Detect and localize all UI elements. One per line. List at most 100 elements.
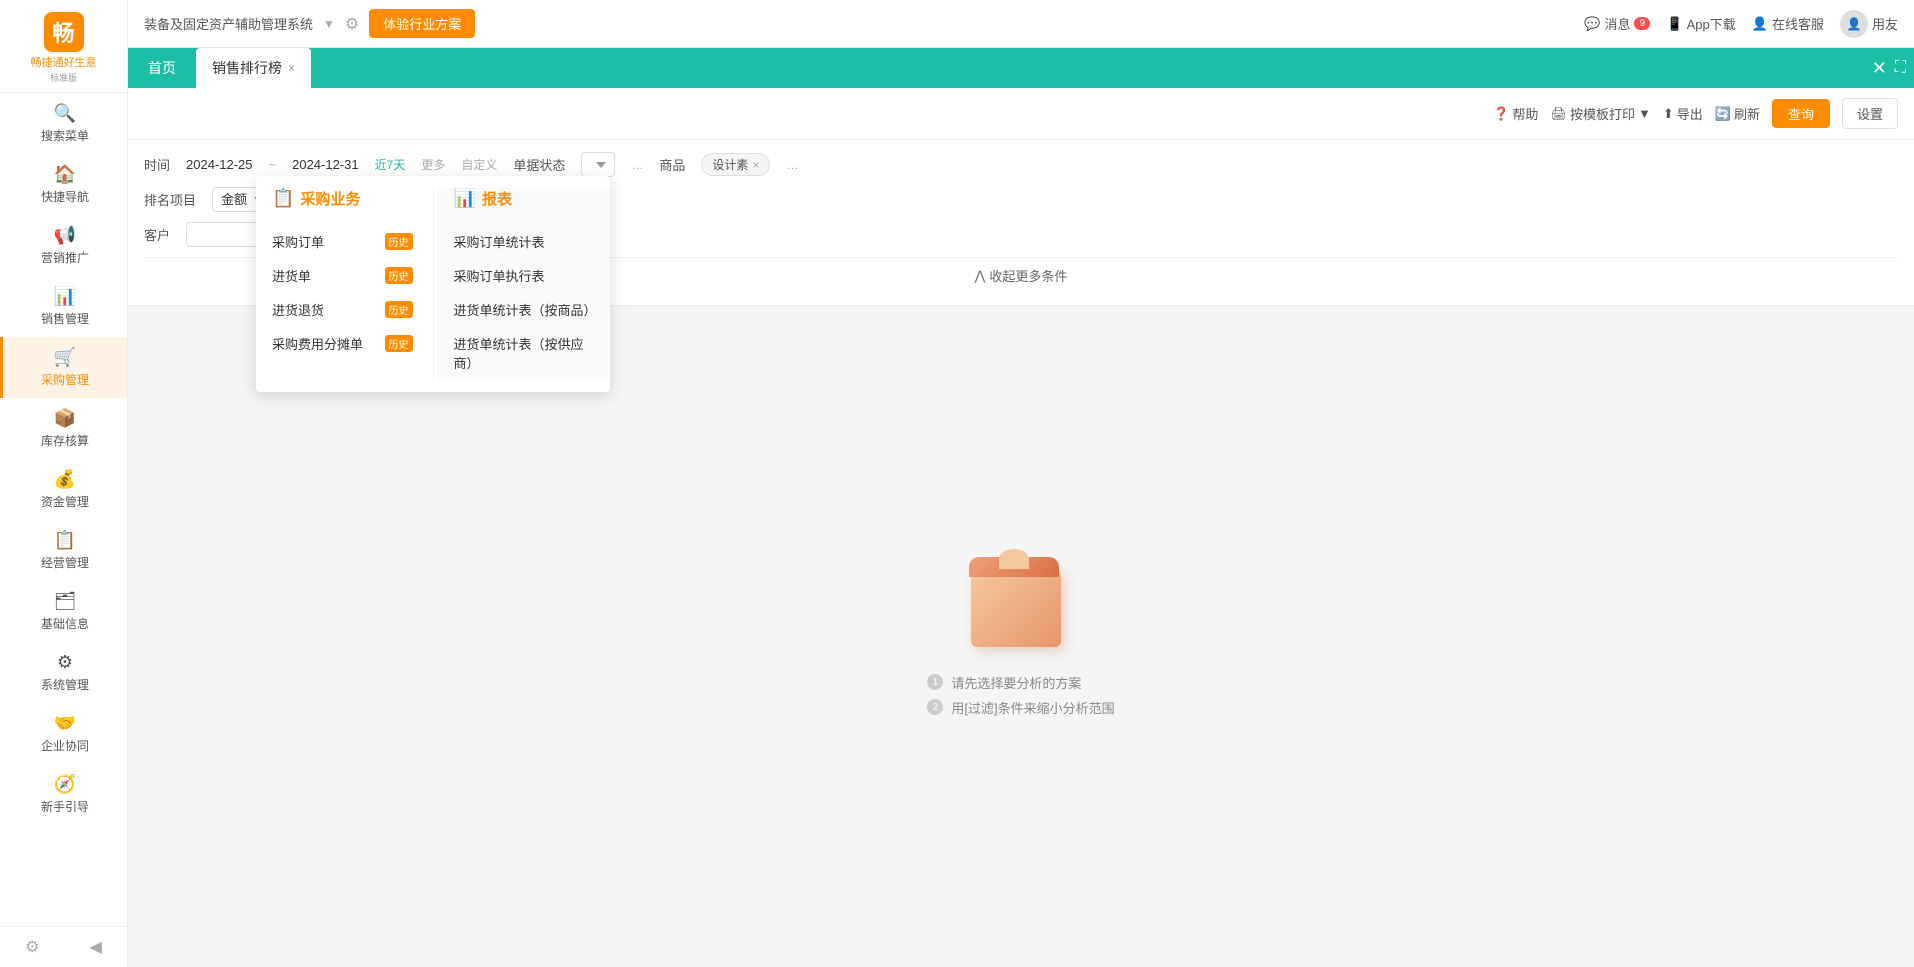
toolbar-right: ❓ 帮助 🖨 按模板打印 ▼ ⬆ 导出 🔄 刷新 查询 设置 [1493,98,1898,129]
tab-home[interactable]: 首页 [128,48,196,88]
sidebar-item-enterprise[interactable]: 🤝 企业协同 [0,703,127,764]
sidebar-item-system[interactable]: ⚙ 系统管理 [0,642,127,703]
sidebar-item-search[interactable]: 🔍 搜索菜单 [0,93,127,154]
date-more[interactable]: 更多 [421,156,445,173]
dropdown-item-expense[interactable]: 采购费用分摊单 历史 [272,327,413,361]
sidebar-label: 企业协同 [41,737,89,754]
sidebar-item-quicknav[interactable]: 🏠 快捷导航 [0,154,127,215]
tip-dot-1: 1 [927,674,943,690]
sidebar-item-basic[interactable]: 🗂 基础信息 [0,581,127,642]
export-icon: ⬆ [1663,106,1674,122]
tip-dot-2: 2 [927,699,943,715]
user-action[interactable]: 👤 用友 [1840,10,1898,38]
purchase-col-title: 📋 采购业务 [272,188,413,215]
report-col-label: 报表 [482,188,512,209]
dropdown-item-return[interactable]: 进货退货 历史 [272,293,413,327]
online-service-label: 在线客服 [1772,14,1824,33]
finance-icon: 💰 [54,469,76,490]
print-button[interactable]: 🖨 按模板打印 ▼ [1550,104,1650,123]
message-action[interactable]: 💬 消息 9 [1584,14,1650,33]
sidebar-label: 销售管理 [41,310,89,327]
query-button[interactable]: 查询 [1772,99,1830,128]
dropdown-item-purchase-exec[interactable]: 采购订单执行表 [454,259,595,293]
sidebar-label: 搜索菜单 [41,127,89,144]
history-badge-4: 历史 [385,335,413,352]
purchase-col-icon: 📋 [272,188,294,209]
date-7day[interactable]: 近7天 [375,156,406,173]
tab-sales-rank[interactable]: 销售排行榜 × [196,48,311,88]
history-badge-2: 历史 [385,267,413,284]
sidebar-item-finance[interactable]: 💰 资金管理 [0,459,127,520]
date-range-start: 2024-12-25 [186,157,253,172]
status-select[interactable] [581,152,615,177]
home-tab-label: 首页 [148,58,176,78]
sidebar-logo: 畅 畅捷通好生意 标准版 [0,0,127,93]
settings-button[interactable]: ⚙ [25,937,39,957]
customer-label: 客户 [144,225,170,244]
content-area: ❓ 帮助 🖨 按模板打印 ▼ ⬆ 导出 🔄 刷新 查询 设置 [128,88,1914,967]
tab-bar: 首页 销售排行榜 × ✕ ⛶ [128,48,1914,88]
filter-row-1: 时间 2024-12-25 ~ 2024-12-31 近7天 更多 自定义 单据… [144,152,1898,177]
user-label: 用友 [1872,14,1898,33]
message-badge: 9 [1634,17,1650,30]
sidebar-item-marketing[interactable]: 📢 营销推广 [0,215,127,276]
sidebar-label: 采购管理 [41,371,89,388]
goods-tag-text: 设计素 [712,156,748,173]
online-service-action[interactable]: 👤 在线客服 [1752,14,1824,33]
tab-window-close-icon[interactable]: ✕ [1872,58,1887,79]
goods-more[interactable]: … [786,158,798,172]
tab-expand-icon[interactable]: ⛶ [1895,59,1906,77]
system-title: 装备及固定资产辅助管理系统 [144,14,313,33]
sidebar-item-operation[interactable]: 📋 经营管理 [0,520,127,581]
empty-tip-1: 1 请先选择要分析的方案 [927,673,1114,692]
industry-btn[interactable]: 体验行业方案 [369,9,475,38]
tab-close-icon[interactable]: × [288,61,295,75]
empty-illustration [961,557,1081,657]
collapse-button[interactable]: ◀ [90,937,102,957]
logo-title: 畅捷通好生意 [31,56,97,70]
sidebar-label: 基础信息 [41,615,89,632]
message-icon: 💬 [1584,16,1600,32]
goods-tag-remove[interactable]: × [752,158,759,172]
settings-gear-icon[interactable]: ⚙ [345,14,359,34]
goods-tag: 设计素 × [701,153,770,176]
dropdown-item-purchase-stat[interactable]: 采购订单统计表 [454,225,595,259]
toolbar: ❓ 帮助 🖨 按模板打印 ▼ ⬆ 导出 🔄 刷新 查询 设置 [128,88,1914,140]
logo-badge: 标准版 [50,71,77,84]
sidebar-item-sales[interactable]: 📊 销售管理 [0,276,127,337]
sidebar-label: 经营管理 [41,554,89,571]
purchase-col: 📋 采购业务 采购订单 历史 进货单 历史 进货退货 历史 采购费用分摊单 [256,188,429,380]
message-label: 消息 [1604,14,1630,33]
purchase-icon: 🛒 [54,347,76,368]
basic-icon: 🗂 [54,591,77,612]
main-area: 装备及固定资产辅助管理系统 ▼ ⚙ 体验行业方案 💬 消息 9 📱 App下载 … [128,0,1914,967]
date-custom[interactable]: 自定义 [461,156,497,173]
top-header: 装备及固定资产辅助管理系统 ▼ ⚙ 体验行业方案 💬 消息 9 📱 App下载 … [128,0,1914,48]
sidebar-item-purchase[interactable]: 🛒 采购管理 [0,337,127,398]
search-icon: 🔍 [54,103,76,124]
export-button[interactable]: ⬆ 导出 [1663,104,1703,123]
chevron-up-icon: ⋀ [975,268,986,284]
dropdown-item-inbound-supplier[interactable]: 进货单统计表（按供应商） [454,327,595,380]
rank-label: 排名项目 [144,190,196,209]
sidebar-item-newbie[interactable]: 🧭 新手引导 [0,764,127,825]
sidebar-item-inventory[interactable]: 📦 库存核算 [0,398,127,459]
report-col-title: 📊 报表 [454,188,595,215]
avatar: 👤 [1840,10,1868,38]
settings-button[interactable]: 设置 [1842,98,1898,129]
dropdown-item-purchase-order[interactable]: 采购订单 历史 [272,225,413,259]
inventory-icon: 📦 [54,408,76,429]
sales-icon: 📊 [54,286,76,307]
report-col-icon: 📊 [454,188,476,209]
sidebar-label: 新手引导 [41,798,89,815]
app-download-action[interactable]: 📱 App下载 [1666,14,1735,33]
status-more[interactable]: … [631,158,643,172]
sidebar-label: 快捷导航 [41,188,89,205]
refresh-button[interactable]: 🔄 刷新 [1715,104,1760,123]
dropdown-item-inbound-goods[interactable]: 进货单统计表（按商品） [454,293,595,327]
newbie-icon: 🧭 [54,774,76,795]
help-button[interactable]: ❓ 帮助 [1493,104,1538,123]
dropdown-item-inbound[interactable]: 进货单 历史 [272,259,413,293]
date-range-end: 2024-12-31 [292,157,359,172]
chevron-down-icon[interactable]: ▼ [323,17,335,31]
